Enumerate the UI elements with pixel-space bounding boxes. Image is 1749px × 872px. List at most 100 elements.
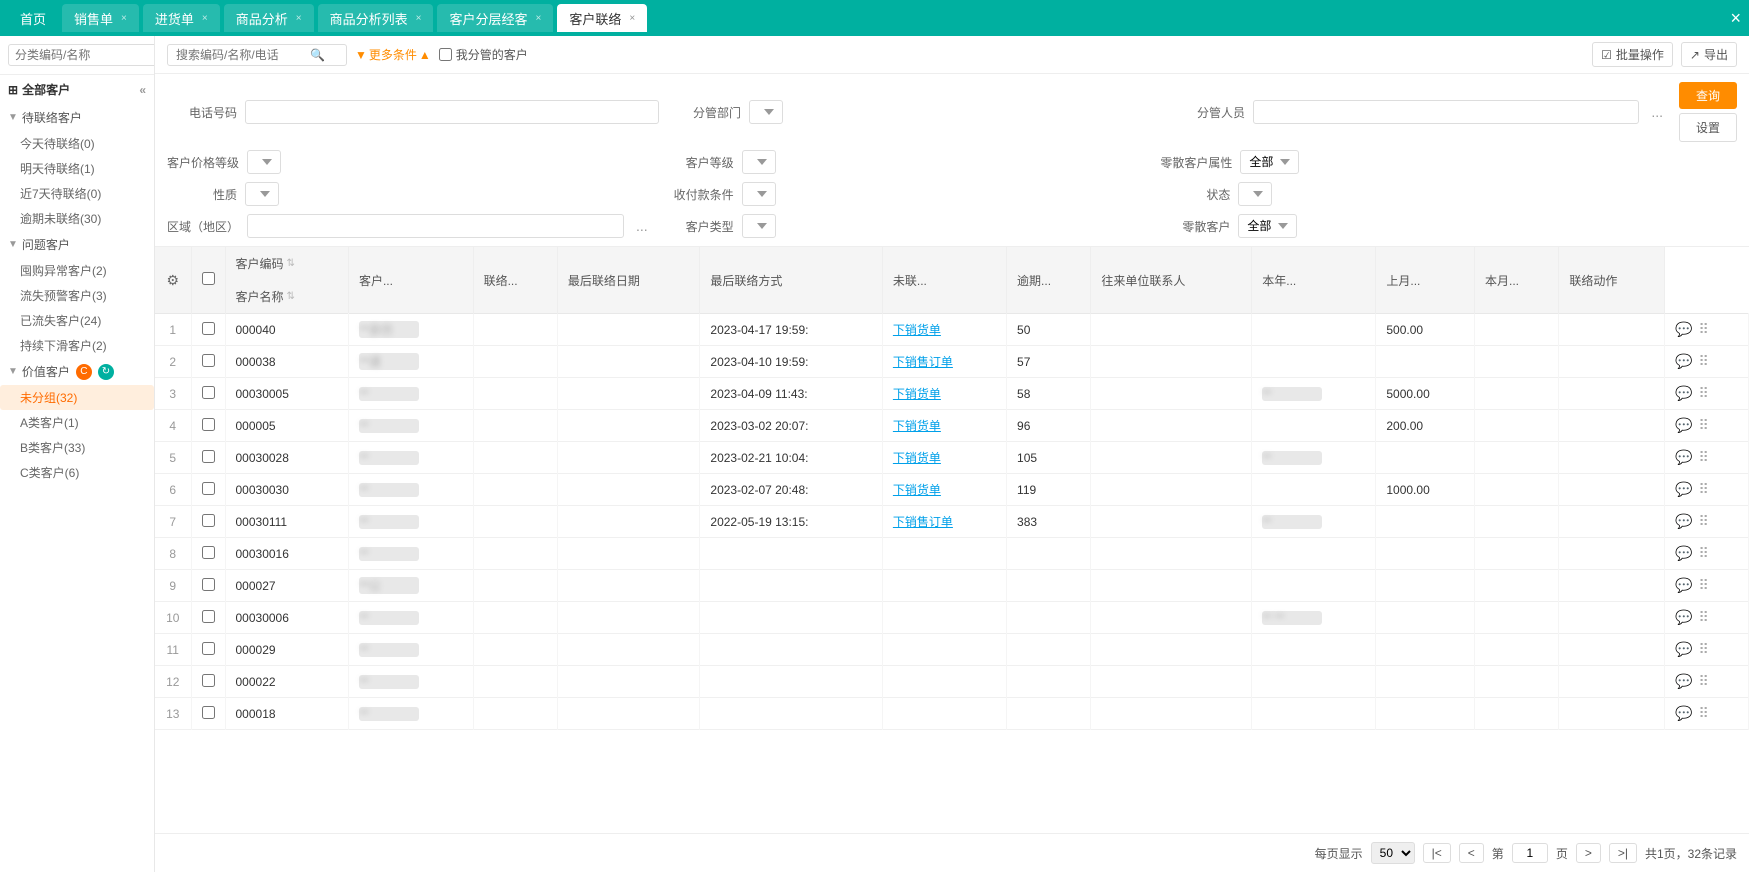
sidebar-item-b-class[interactable]: B类客户(33)	[0, 435, 154, 460]
contact-icon[interactable]: 💬	[1675, 577, 1692, 594]
prev-page-button[interactable]: <	[1459, 843, 1484, 863]
sidebar-item-churned[interactable]: 已流失客户(24)	[0, 308, 154, 333]
sidebar-group-pending[interactable]: ▼ 待联络客户	[0, 104, 154, 131]
contact-way-link[interactable]: 下销货单	[893, 323, 941, 337]
sidebar-item-ungrouped[interactable]: 未分组(32)	[0, 385, 154, 410]
cell-checkbox[interactable]	[191, 314, 225, 346]
cell-checkbox[interactable]	[191, 634, 225, 666]
tab-product-analysis[interactable]: 商品分析 ×	[224, 4, 314, 32]
dept-select[interactable]	[749, 100, 783, 124]
more-action-icon[interactable]: ⠿	[1699, 385, 1709, 402]
customer-type-select[interactable]	[742, 214, 776, 238]
more-action-icon[interactable]: ⠿	[1699, 353, 1709, 370]
tab-product-analysis-list-close[interactable]: ×	[416, 13, 422, 24]
tab-customer-tier[interactable]: 客户分层经客 ×	[437, 4, 553, 32]
tab-sales[interactable]: 销售单 ×	[62, 4, 139, 32]
contact-icon[interactable]: 💬	[1675, 641, 1692, 658]
sidebar-item-churn-warning[interactable]: 流失预警客户(3)	[0, 283, 154, 308]
sidebar-item-today-pending[interactable]: 今天待联络(0)	[0, 131, 154, 156]
batch-operation-button[interactable]: ☑ 批量操作	[1592, 42, 1673, 67]
payment-select[interactable]	[742, 182, 776, 206]
contact-icon[interactable]: 💬	[1675, 545, 1692, 562]
last-page-button[interactable]: >|	[1609, 843, 1637, 863]
contact-icon[interactable]: 💬	[1675, 673, 1692, 690]
my-customers-checkbox[interactable]: 我分管的客户	[439, 46, 528, 63]
sidebar-item-overdue-pending[interactable]: 逾期未联络(30)	[0, 206, 154, 231]
tab-product-analysis-close[interactable]: ×	[296, 13, 302, 24]
more-conditions-button[interactable]: ▼ 更多条件 ▲	[355, 46, 431, 63]
sidebar-group-problem[interactable]: ▼ 问题客户	[0, 231, 154, 258]
more-action-icon[interactable]: ⠿	[1699, 705, 1709, 722]
region-dots[interactable]: ...	[632, 218, 652, 234]
tab-customer-contact-close[interactable]: ×	[629, 13, 635, 24]
more-action-icon[interactable]: ⠿	[1699, 641, 1709, 658]
contact-icon[interactable]: 💬	[1675, 417, 1692, 434]
contact-icon[interactable]: 💬	[1675, 513, 1692, 530]
cell-checkbox[interactable]	[191, 442, 225, 474]
more-action-icon[interactable]: ⠿	[1699, 481, 1709, 498]
retail-attr-select[interactable]: 全部	[1240, 150, 1299, 174]
more-action-icon[interactable]: ⠿	[1699, 417, 1709, 434]
tab-purchase[interactable]: 进货单 ×	[143, 4, 220, 32]
contact-way-link[interactable]: 下销货单	[893, 419, 941, 433]
contact-icon[interactable]: 💬	[1675, 321, 1692, 338]
sidebar-collapse-icon[interactable]: «	[139, 83, 146, 97]
sidebar-item-7day-pending[interactable]: 近7天待联络(0)	[0, 181, 154, 206]
manager-dots[interactable]: ...	[1647, 104, 1667, 120]
tab-purchase-close[interactable]: ×	[202, 13, 208, 24]
th-code[interactable]: 客户编码 ⇅	[226, 247, 349, 280]
contact-way-link[interactable]: 下销货单	[893, 483, 941, 497]
sidebar-item-tomorrow-pending[interactable]: 明天待联络(1)	[0, 156, 154, 181]
tab-customer-contact[interactable]: 客户联络 ×	[557, 4, 647, 32]
cell-checkbox[interactable]	[191, 346, 225, 378]
price-level-select[interactable]	[247, 150, 281, 174]
more-action-icon[interactable]: ⠿	[1699, 673, 1709, 690]
nature-select[interactable]	[245, 182, 279, 206]
contact-icon[interactable]: 💬	[1675, 481, 1692, 498]
tab-product-analysis-list[interactable]: 商品分析列表 ×	[318, 4, 434, 32]
sidebar-item-declining[interactable]: 持续下滑客户(2)	[0, 333, 154, 358]
cell-checkbox[interactable]	[191, 538, 225, 570]
tab-home[interactable]: 首页	[8, 4, 58, 32]
status-select[interactable]	[1238, 182, 1272, 206]
sidebar-item-c-class[interactable]: C类客户(6)	[0, 460, 154, 485]
per-page-select[interactable]: 50	[1371, 842, 1415, 864]
contact-way-link[interactable]: 下销售订单	[893, 355, 953, 369]
more-action-icon[interactable]: ⠿	[1699, 545, 1709, 562]
close-all-button[interactable]: ×	[1730, 8, 1741, 29]
first-page-button[interactable]: |<	[1423, 843, 1451, 863]
more-action-icon[interactable]: ⠿	[1699, 577, 1709, 594]
page-number-input[interactable]	[1512, 843, 1548, 863]
more-action-icon[interactable]: ⠿	[1699, 449, 1709, 466]
query-button[interactable]: 查询	[1679, 82, 1737, 109]
th-name[interactable]: 客户名称 ⇅	[226, 280, 349, 313]
manager-input[interactable]	[1253, 100, 1639, 124]
export-button[interactable]: ↗ 导出	[1681, 42, 1737, 67]
contact-way-link[interactable]: 下销货单	[893, 451, 941, 465]
more-action-icon[interactable]: ⠿	[1699, 609, 1709, 626]
filter-search-input[interactable]	[176, 48, 306, 62]
th-settings[interactable]: ⚙	[155, 247, 191, 314]
tab-sales-close[interactable]: ×	[121, 13, 127, 24]
contact-icon[interactable]: 💬	[1675, 449, 1692, 466]
cell-checkbox[interactable]	[191, 698, 225, 730]
cell-checkbox[interactable]	[191, 602, 225, 634]
cell-checkbox[interactable]	[191, 570, 225, 602]
next-page-button[interactable]: >	[1576, 843, 1601, 863]
cell-checkbox[interactable]	[191, 666, 225, 698]
more-action-icon[interactable]: ⠿	[1699, 513, 1709, 530]
more-action-icon[interactable]: ⠿	[1699, 321, 1709, 338]
filter-search-box[interactable]: 🔍	[167, 44, 347, 66]
tab-customer-tier-close[interactable]: ×	[535, 13, 541, 24]
sidebar-search-input[interactable]	[8, 44, 155, 66]
sidebar-all-customers[interactable]: ⊞ 全部客户 «	[0, 75, 154, 104]
reset-button[interactable]: 设置	[1679, 113, 1737, 142]
cell-checkbox[interactable]	[191, 506, 225, 538]
my-customers-check[interactable]	[439, 48, 452, 61]
contact-icon[interactable]: 💬	[1675, 609, 1692, 626]
phone-input[interactable]	[245, 100, 659, 124]
region-input[interactable]	[247, 214, 624, 238]
contact-icon[interactable]: 💬	[1675, 353, 1692, 370]
settings-icon[interactable]: ⚙	[166, 272, 179, 288]
contact-icon[interactable]: 💬	[1675, 385, 1692, 402]
